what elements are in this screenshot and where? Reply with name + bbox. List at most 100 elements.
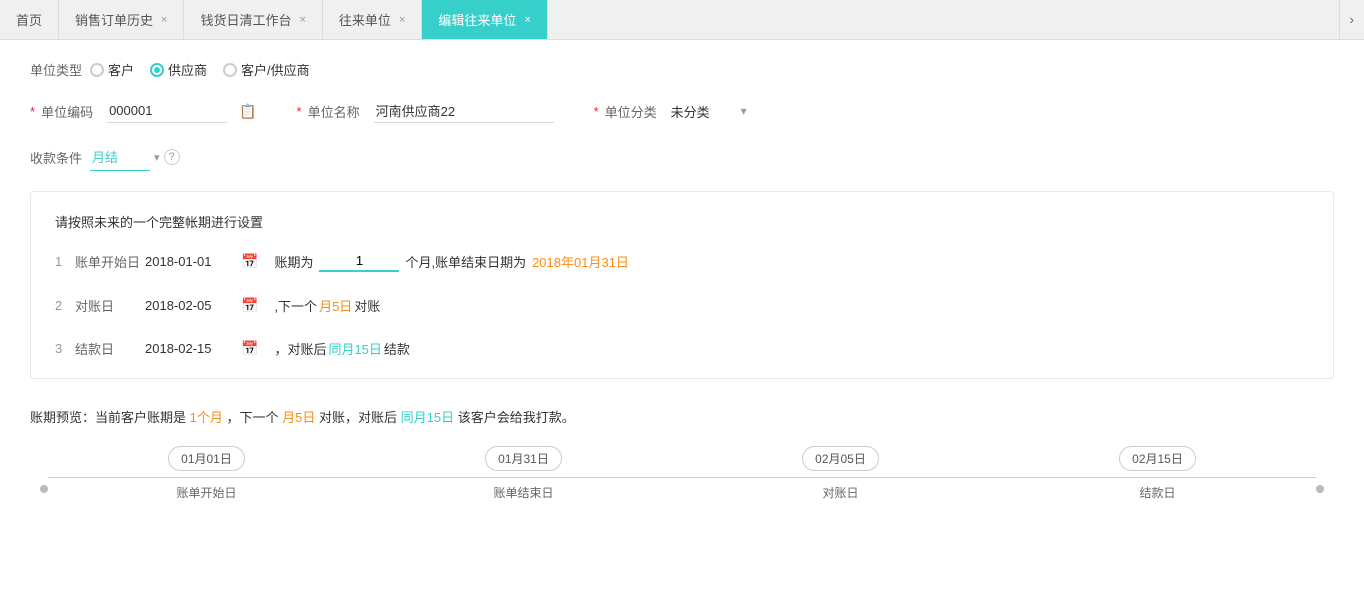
unit-category-value: 未分类 bbox=[671, 102, 731, 121]
timeline-line-2 bbox=[365, 477, 682, 478]
row-3-num: 3 bbox=[55, 341, 75, 356]
timeline-start bbox=[40, 455, 48, 493]
tab-partner[interactable]: 往来单位 × bbox=[323, 0, 422, 39]
unit-code-label: 单位编码 bbox=[41, 102, 93, 121]
row-3-suffix: 结款 bbox=[384, 339, 410, 358]
radio-customer-circle bbox=[90, 63, 104, 77]
period-value-input[interactable] bbox=[319, 251, 399, 272]
timeline-node-3: 02月05日 对账日 bbox=[682, 446, 999, 501]
preview-label: 账期预览：当前客户账期是 bbox=[30, 410, 186, 425]
preview-suffix: 该客户会给我打款。 bbox=[458, 410, 575, 425]
tab-more-button[interactable]: › bbox=[1339, 0, 1364, 39]
period-settings-section: 请按照未来的一个完整帐期进行设置 1 账单开始日 2018-01-01 📅 账期… bbox=[30, 191, 1334, 379]
row-2-num: 2 bbox=[55, 298, 75, 313]
tab-home[interactable]: 首页 bbox=[0, 0, 59, 39]
unit-category-field: * 单位分类 未分类 ▾ bbox=[594, 102, 747, 121]
payment-condition-label: 收款条件 bbox=[30, 148, 82, 167]
unit-category-required: * bbox=[594, 104, 599, 119]
row-1-cal-icon[interactable]: 📅 bbox=[241, 253, 258, 270]
tab-cash-close-icon[interactable]: × bbox=[299, 14, 305, 26]
radio-both[interactable]: 客户/供应商 bbox=[223, 60, 310, 79]
timeline-badge-3: 02月05日 bbox=[802, 446, 879, 471]
category-dropdown-icon[interactable]: ▾ bbox=[741, 104, 747, 118]
timeline-node-1: 01月01日 账单开始日 bbox=[48, 446, 365, 501]
timeline-end-dot bbox=[1316, 485, 1324, 493]
tab-bar: 首页 销售订单历史 × 钱货日清工作台 × 往来单位 × 编辑往来单位 × › bbox=[0, 0, 1364, 40]
unit-type-row: 单位类型 客户 供应商 客户/供应商 bbox=[30, 60, 1334, 79]
section-row-3: 3 结款日 2018-02-15 📅 ，对账后 同月15日 结款 bbox=[55, 339, 1309, 358]
radio-supplier-label: 供应商 bbox=[168, 60, 207, 79]
row-2-cal-icon[interactable]: 📅 bbox=[241, 297, 258, 314]
timeline-line-3 bbox=[682, 477, 999, 478]
unit-type-label: 单位类型 bbox=[30, 60, 82, 79]
timeline-start-dot bbox=[40, 485, 48, 493]
tab-partner-label: 往来单位 bbox=[339, 10, 391, 29]
main-content: 单位类型 客户 供应商 客户/供应商 * 单位编码 📋 * 单位名称 bbox=[0, 40, 1364, 608]
unit-code-field: * 单位编码 📋 bbox=[30, 99, 257, 123]
row-2-suffix: 对账 bbox=[354, 296, 380, 315]
tab-edit-partner-close-icon[interactable]: × bbox=[524, 14, 530, 26]
timeline-label-1: 账单开始日 bbox=[176, 484, 236, 501]
tab-partner-close-icon[interactable]: × bbox=[399, 14, 405, 26]
tab-cash-work[interactable]: 钱货日清工作台 × bbox=[184, 0, 322, 39]
tab-edit-partner-label: 编辑往来单位 bbox=[438, 10, 516, 29]
unit-fields-row: * 单位编码 📋 * 单位名称 * 单位分类 未分类 ▾ bbox=[30, 99, 1334, 123]
unit-name-required: * bbox=[297, 104, 302, 119]
radio-customer[interactable]: 客户 bbox=[90, 60, 134, 79]
row-1-desc-suffix: 个月,账单结束日期为 bbox=[405, 252, 526, 271]
tab-sales-close-icon[interactable]: × bbox=[161, 14, 167, 26]
row-3-desc: ，对账后 同月15日 结款 bbox=[274, 339, 1309, 358]
timeline-line-1 bbox=[48, 477, 365, 478]
tab-cash-label: 钱货日清工作台 bbox=[200, 10, 291, 29]
radio-supplier-circle bbox=[150, 63, 164, 77]
unit-name-input[interactable] bbox=[374, 99, 554, 123]
timeline-label-3: 对账日 bbox=[822, 484, 858, 501]
timeline-label-4: 结款日 bbox=[1139, 484, 1175, 501]
row-2-prefix: ,下一个 bbox=[274, 296, 317, 315]
timeline-badge-1: 01月01日 bbox=[168, 446, 245, 471]
row-2-highlight: 月5日 bbox=[319, 296, 352, 315]
tab-sales-order[interactable]: 销售订单历史 × bbox=[59, 0, 184, 39]
preview-part2: 月5日 bbox=[282, 410, 315, 425]
timeline-node-4: 02月15日 结款日 bbox=[999, 446, 1316, 501]
preview-text: 账期预览：当前客户账期是 1个月 ，下一个 月5日 对账，对账后 同月15日 该… bbox=[30, 407, 1334, 426]
row-2-date: 2018-02-05 bbox=[145, 298, 235, 313]
row-1-date: 2018-01-01 bbox=[145, 254, 235, 269]
row-2-desc: ,下一个 月5日 对账 bbox=[274, 296, 1309, 315]
tab-sales-label: 销售订单历史 bbox=[75, 10, 153, 29]
unit-code-required: * bbox=[30, 104, 35, 119]
unit-type-radio-group: 客户 供应商 客户/供应商 bbox=[90, 60, 310, 79]
preview-section: 账期预览：当前客户账期是 1个月 ，下一个 月5日 对账，对账后 同月15日 该… bbox=[30, 395, 1334, 513]
unit-code-copy-icon[interactable]: 📋 bbox=[239, 103, 256, 120]
timeline-badge-4: 02月15日 bbox=[1119, 446, 1196, 471]
radio-both-label: 客户/供应商 bbox=[241, 60, 310, 79]
unit-name-field: * 单位名称 bbox=[297, 99, 554, 123]
payment-condition-dropdown[interactable]: 月结 ▾ bbox=[90, 143, 160, 171]
tab-edit-partner[interactable]: 编辑往来单位 × bbox=[422, 0, 547, 39]
row-1-num: 1 bbox=[55, 254, 75, 269]
unit-name-label: 单位名称 bbox=[308, 102, 360, 121]
timeline: 01月01日 账单开始日 01月31日 账单结束日 02月05日 对账日 02月… bbox=[30, 446, 1334, 501]
unit-code-input[interactable] bbox=[107, 99, 227, 123]
row-3-highlight: 同月15日 bbox=[328, 339, 381, 358]
row-3-label: 结款日 bbox=[75, 339, 145, 358]
radio-supplier[interactable]: 供应商 bbox=[150, 60, 207, 79]
tab-home-label: 首页 bbox=[16, 10, 42, 29]
tab-more-icon: › bbox=[1350, 12, 1354, 27]
section-row-1: 1 账单开始日 2018-01-01 📅 账期为 个月,账单结束日期为 2018… bbox=[55, 251, 1309, 272]
timeline-node-2: 01月31日 账单结束日 bbox=[365, 446, 682, 501]
timeline-line-4 bbox=[999, 477, 1316, 478]
section-row-2: 2 对账日 2018-02-05 📅 ,下一个 月5日 对账 bbox=[55, 296, 1309, 315]
payment-condition-value: 月结 bbox=[90, 143, 150, 171]
payment-dropdown-arrow-icon: ▾ bbox=[154, 151, 160, 164]
payment-condition-row: 收款条件 月结 ▾ ? bbox=[30, 143, 1334, 171]
row-3-cal-icon[interactable]: 📅 bbox=[241, 340, 258, 357]
preview-part3: 同月15日 bbox=[401, 410, 454, 425]
preview-mid2: 对账，对账后 bbox=[319, 410, 397, 425]
timeline-end bbox=[1316, 455, 1324, 493]
section-title: 请按照未来的一个完整帐期进行设置 bbox=[55, 212, 1309, 231]
row-1-label: 账单开始日 bbox=[75, 252, 145, 271]
timeline-badge-2: 01月31日 bbox=[485, 446, 562, 471]
help-icon[interactable]: ? bbox=[164, 149, 180, 165]
unit-category-label: 单位分类 bbox=[605, 102, 657, 121]
